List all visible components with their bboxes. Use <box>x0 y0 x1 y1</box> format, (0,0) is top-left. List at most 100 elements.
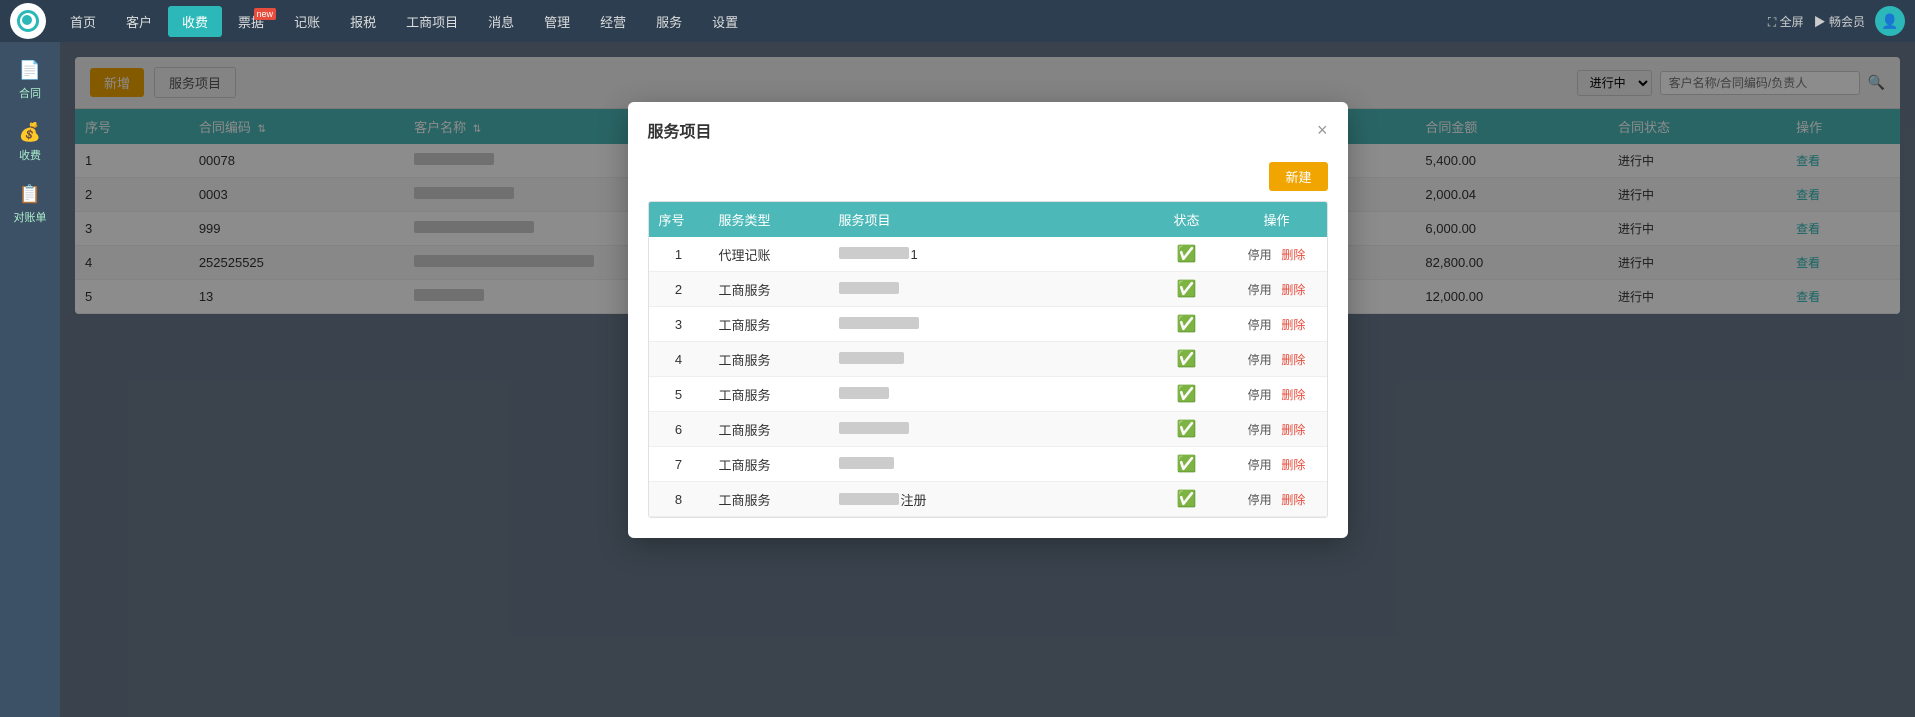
status-check-icon: ✅ <box>1177 316 1197 333</box>
nav-item-customer[interactable]: 客户 <box>112 6 166 37</box>
modal-col-type: 服务类型 <box>709 202 829 237</box>
modal-cell-action[interactable]: 停用 删除 <box>1227 307 1327 342</box>
delete-link[interactable]: 删除 <box>1281 248 1305 262</box>
sidebar-label-billing: 收费 <box>19 147 41 163</box>
modal-cell-action[interactable]: 停用 删除 <box>1227 447 1327 482</box>
nav-item-management[interactable]: 管理 <box>530 6 584 37</box>
delete-link[interactable]: 删除 <box>1281 283 1305 297</box>
modal-table-row: 4 工商服务 ✅ 停用 删除 <box>649 342 1327 377</box>
modal-cell-seq: 7 <box>649 447 709 482</box>
modal-col-item: 服务项目 <box>829 202 1147 237</box>
delete-link[interactable]: 删除 <box>1281 388 1305 402</box>
status-check-icon: ✅ <box>1177 491 1197 508</box>
fullscreen-btn[interactable]: ⛶ 全屏 <box>1768 13 1804 30</box>
modal-cell-type: 工商服务 <box>709 482 829 517</box>
nav-item-bookkeeping[interactable]: 记账 <box>280 6 334 37</box>
modal-cell-status: ✅ <box>1147 412 1227 447</box>
top-nav: 首页 客户 收费 票据 new 记账 报税 工商项目 消息 管理 经营 服务 设… <box>0 0 1915 42</box>
contract-icon: 📄 <box>19 60 41 81</box>
modal-cell-type: 工商服务 <box>709 377 829 412</box>
member-btn[interactable]: ▶ 畅会员 <box>1814 13 1865 30</box>
modal-cell-seq: 2 <box>649 272 709 307</box>
status-check-icon: ✅ <box>1177 281 1197 298</box>
modal-cell-action[interactable]: 停用 删除 <box>1227 482 1327 517</box>
modal-cell-seq: 6 <box>649 412 709 447</box>
modal-cell-item <box>829 447 1147 482</box>
modal-col-action: 操作 <box>1227 202 1327 237</box>
delete-link[interactable]: 删除 <box>1281 493 1305 507</box>
modal-cell-action[interactable]: 停用 删除 <box>1227 272 1327 307</box>
nav-right: ⛶ 全屏 ▶ 畅会员 👤 <box>1768 6 1905 36</box>
modal-cell-seq: 4 <box>649 342 709 377</box>
modal-cell-status: ✅ <box>1147 342 1227 377</box>
nav-item-settings[interactable]: 设置 <box>698 6 752 37</box>
modal-cell-item: 注册 <box>829 482 1147 517</box>
modal-cell-action[interactable]: 停用 删除 <box>1227 237 1327 272</box>
modal-col-status: 状态 <box>1147 202 1227 237</box>
modal-cell-item <box>829 307 1147 342</box>
sidebar-label-contract: 合同 <box>19 85 41 101</box>
main-content: 新增 服务项目 进行中 已完成 已终止 🔍 序号 <box>60 42 1915 717</box>
nav-item-tax[interactable]: 报税 <box>336 6 390 37</box>
modal-title: 服务项目 <box>648 118 712 142</box>
modal-cell-status: ✅ <box>1147 272 1227 307</box>
modal-table-row: 6 工商服务 ✅ 停用 删除 <box>649 412 1327 447</box>
status-check-icon: ✅ <box>1177 246 1197 263</box>
sidebar-item-billing[interactable]: 💰 收费 <box>5 114 55 171</box>
modal-close-button[interactable]: × <box>1317 121 1328 139</box>
stop-link[interactable]: 停用 <box>1248 248 1272 262</box>
nav-item-invoice[interactable]: 票据 new <box>224 6 278 37</box>
user-avatar[interactable]: 👤 <box>1875 6 1905 36</box>
modal-table: 序号 服务类型 服务项目 状态 操作 1 代理记账 1 ✅ 停用 删除 <box>649 202 1327 517</box>
modal-cell-status: ✅ <box>1147 307 1227 342</box>
modal-header: 服务项目 × <box>628 102 1348 152</box>
modal-new-button[interactable]: 新建 <box>1269 162 1327 191</box>
modal-cell-type: 工商服务 <box>709 412 829 447</box>
nav-item-home[interactable]: 首页 <box>56 6 110 37</box>
modal-table-row: 8 工商服务 注册 ✅ 停用 删除 <box>649 482 1327 517</box>
modal-backdrop: 服务项目 × 新建 序号 服务类型 服务项目 <box>60 42 1915 717</box>
stop-link[interactable]: 停用 <box>1248 458 1272 472</box>
stop-link[interactable]: 停用 <box>1248 353 1272 367</box>
nav-item-operation[interactable]: 经营 <box>586 6 640 37</box>
modal-cell-type: 工商服务 <box>709 447 829 482</box>
stop-link[interactable]: 停用 <box>1248 318 1272 332</box>
modal-cell-action[interactable]: 停用 删除 <box>1227 412 1327 447</box>
modal-table-row: 3 工商服务 ✅ 停用 删除 <box>649 307 1327 342</box>
nav-item-billing[interactable]: 收费 <box>168 6 222 37</box>
stop-link[interactable]: 停用 <box>1248 388 1272 402</box>
delete-link[interactable]: 删除 <box>1281 423 1305 437</box>
modal-cell-item <box>829 342 1147 377</box>
sidebar-item-statement[interactable]: 📋 对账单 <box>5 176 55 233</box>
stop-link[interactable]: 停用 <box>1248 283 1272 297</box>
stop-link[interactable]: 停用 <box>1248 493 1272 507</box>
nav-item-service[interactable]: 服务 <box>642 6 696 37</box>
modal-toolbar: 新建 <box>648 162 1328 191</box>
delete-link[interactable]: 删除 <box>1281 353 1305 367</box>
nav-item-business[interactable]: 工商项目 <box>392 6 472 37</box>
modal-cell-item <box>829 377 1147 412</box>
status-check-icon: ✅ <box>1177 351 1197 368</box>
delete-link[interactable]: 删除 <box>1281 318 1305 332</box>
modal-table-row: 5 工商服务 ✅ 停用 删除 <box>649 377 1327 412</box>
sidebar-item-contract[interactable]: 📄 合同 <box>5 52 55 109</box>
modal-cell-action[interactable]: 停用 删除 <box>1227 342 1327 377</box>
modal-cell-item <box>829 272 1147 307</box>
status-check-icon: ✅ <box>1177 456 1197 473</box>
modal-cell-seq: 8 <box>649 482 709 517</box>
modal-cell-status: ✅ <box>1147 377 1227 412</box>
modal-table-row: 7 工商服务 ✅ 停用 删除 <box>649 447 1327 482</box>
nav-items: 首页 客户 收费 票据 new 记账 报税 工商项目 消息 管理 经营 服务 设… <box>56 6 1768 37</box>
modal-cell-item: 1 <box>829 237 1147 272</box>
service-modal: 服务项目 × 新建 序号 服务类型 服务项目 <box>628 102 1348 538</box>
modal-cell-item <box>829 412 1147 447</box>
modal-cell-action[interactable]: 停用 删除 <box>1227 377 1327 412</box>
nav-item-message[interactable]: 消息 <box>474 6 528 37</box>
delete-link[interactable]: 删除 <box>1281 458 1305 472</box>
modal-cell-type: 工商服务 <box>709 307 829 342</box>
statement-icon: 📋 <box>19 184 41 205</box>
modal-table-wrap[interactable]: 序号 服务类型 服务项目 状态 操作 1 代理记账 1 ✅ 停用 删除 <box>648 201 1328 518</box>
stop-link[interactable]: 停用 <box>1248 423 1272 437</box>
modal-cell-seq: 3 <box>649 307 709 342</box>
sidebar: 📄 合同 💰 收费 📋 对账单 <box>0 42 60 717</box>
